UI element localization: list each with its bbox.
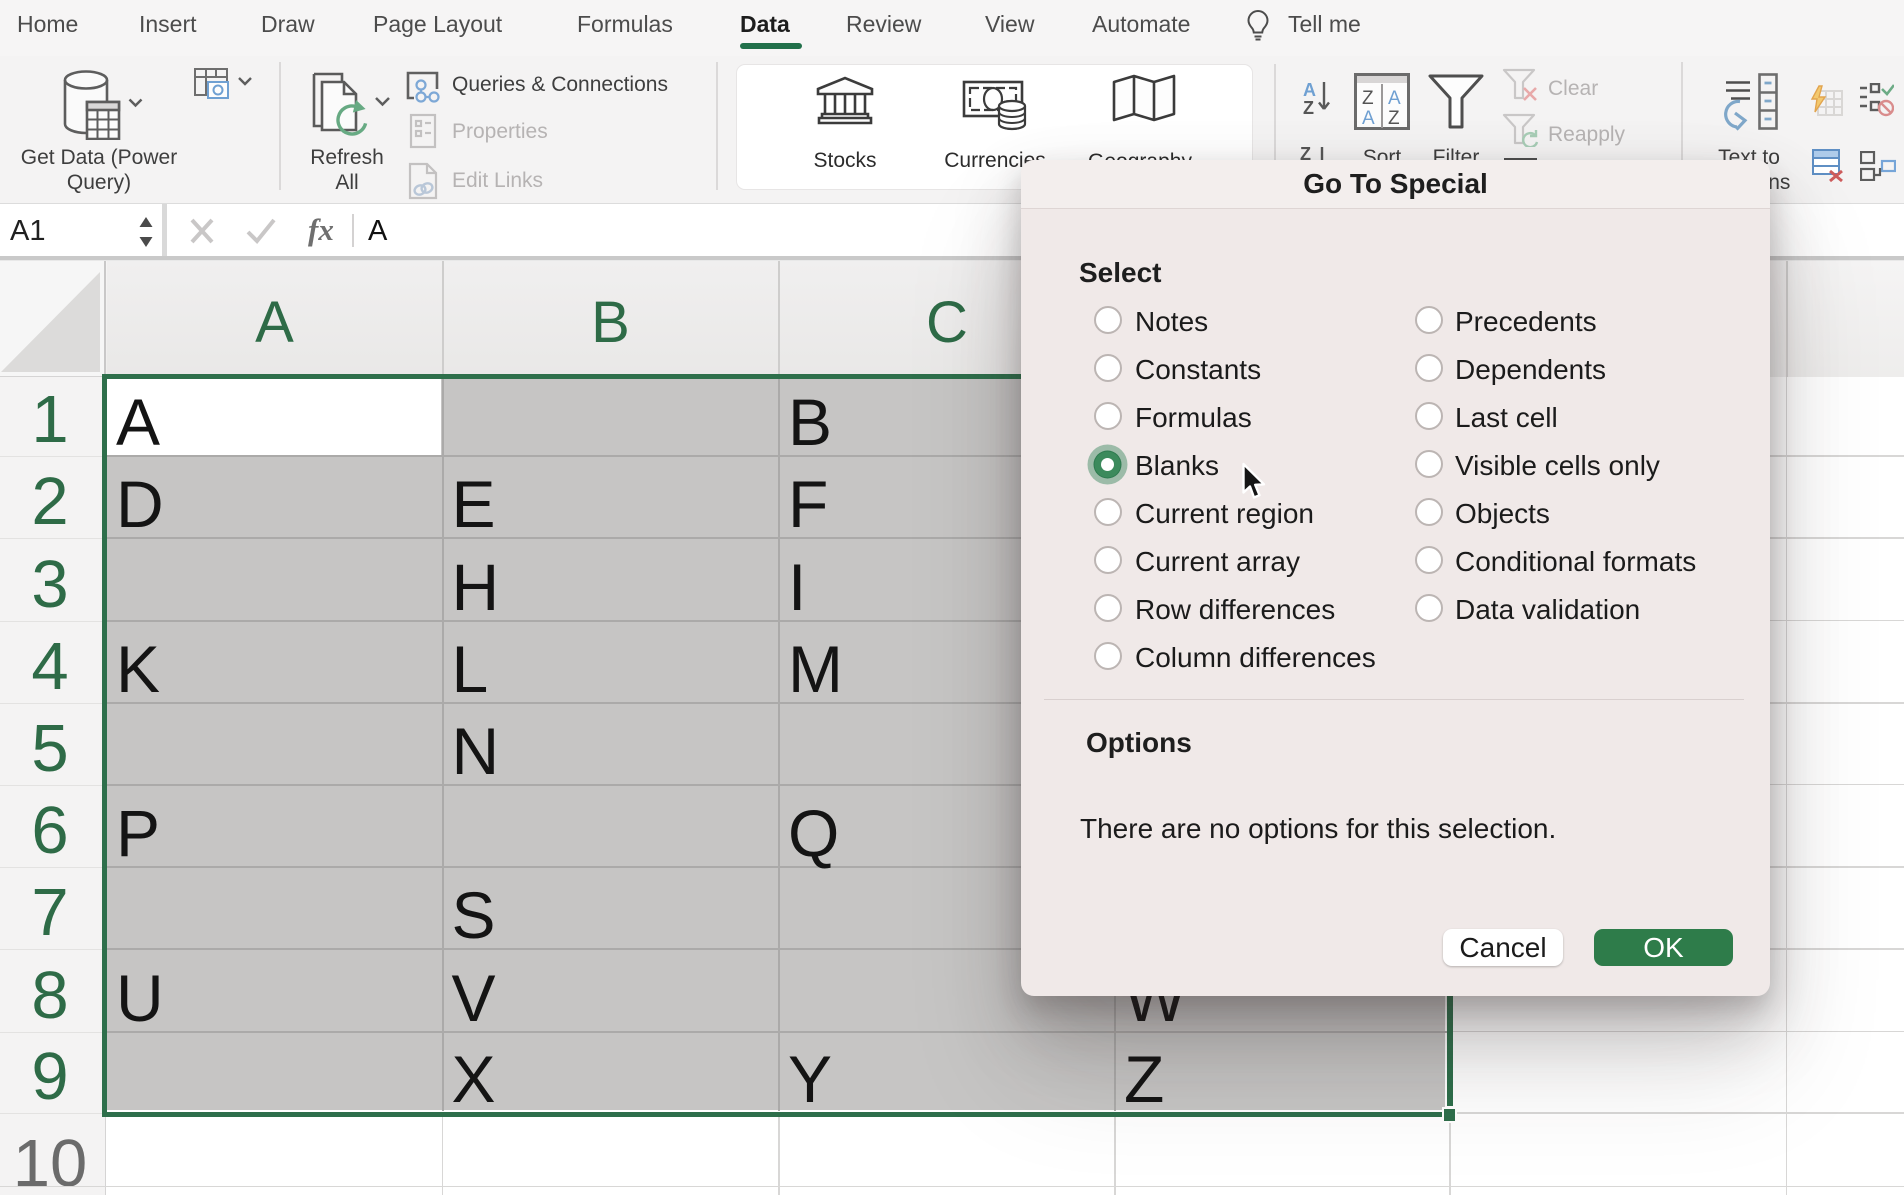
- svg-text:Z: Z: [1388, 108, 1400, 129]
- svg-text:A: A: [1362, 108, 1375, 129]
- svg-text:A: A: [1303, 80, 1316, 100]
- svg-text:A: A: [1388, 88, 1401, 109]
- svg-text:Z: Z: [1303, 98, 1314, 118]
- svg-text:Z: Z: [1300, 145, 1311, 161]
- svg-text:Z: Z: [1362, 88, 1374, 109]
